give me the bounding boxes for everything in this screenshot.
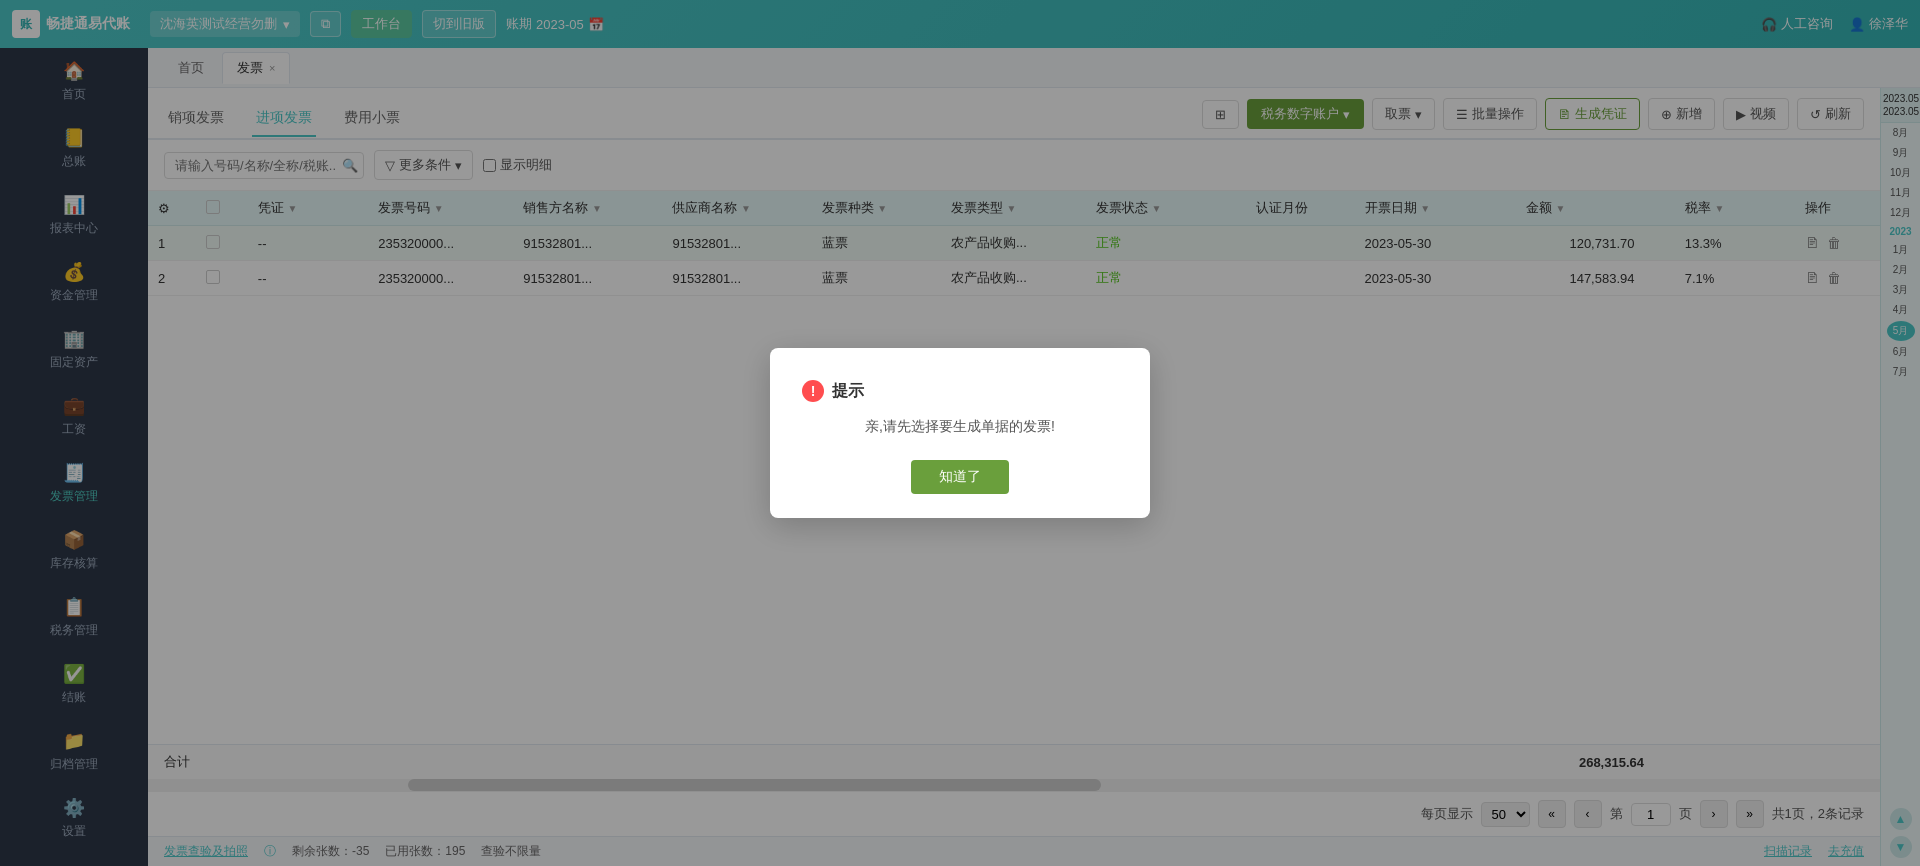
modal-warn-icon: ! — [802, 380, 824, 402]
modal-message: 亲,请先选择要生成单据的发票! — [865, 418, 1055, 436]
modal-box: ! 提示 亲,请先选择要生成单据的发票! 知道了 — [770, 348, 1150, 518]
modal-confirm-btn[interactable]: 知道了 — [911, 460, 1009, 494]
modal-title: 提示 — [832, 381, 864, 402]
modal-title-row: ! 提示 — [802, 380, 864, 402]
modal-overlay[interactable]: ! 提示 亲,请先选择要生成单据的发票! 知道了 — [0, 0, 1920, 866]
